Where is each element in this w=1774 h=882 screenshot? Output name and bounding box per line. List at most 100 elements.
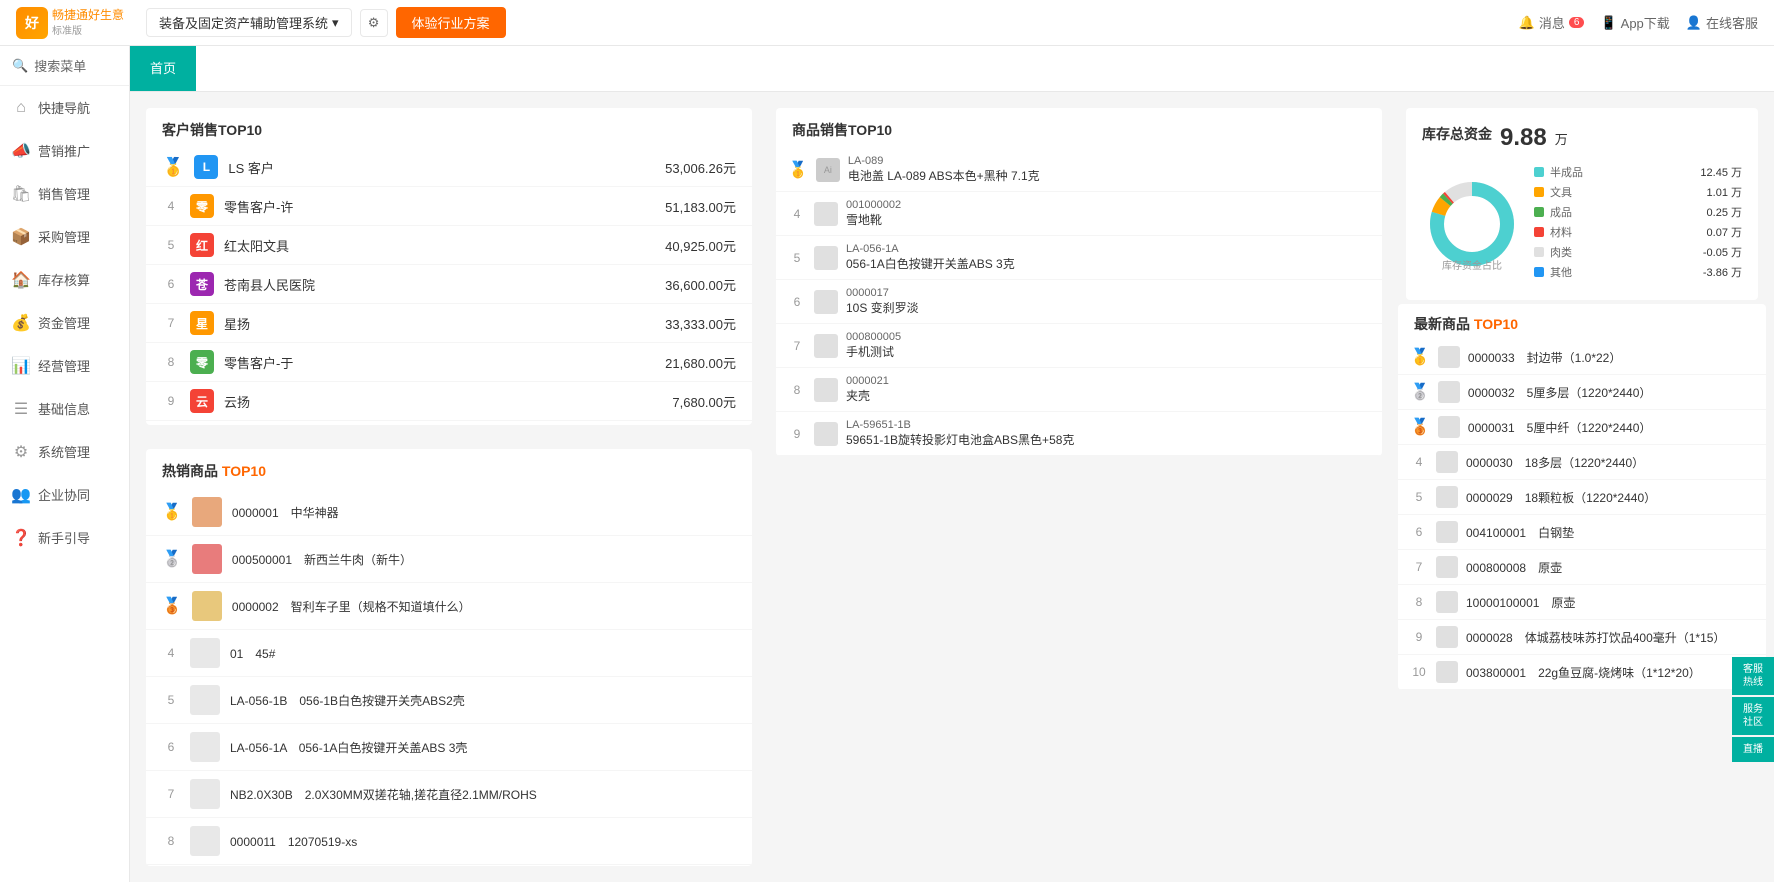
new-icon-2 xyxy=(1438,381,1460,403)
customer-sales-title: 客户销售TOP10 xyxy=(146,108,752,148)
sidebar-item-inventory[interactable]: 🏠 库存核算 xyxy=(0,258,129,301)
new-icon-1 xyxy=(1438,346,1460,368)
new-rank-6: 6 xyxy=(1410,525,1428,539)
legend-label-2: 文具 xyxy=(1550,184,1701,200)
customer-amount-4: 36,600.00元 xyxy=(665,275,736,294)
service-hotline-btn[interactable]: 客服热线 xyxy=(1732,657,1774,695)
marketing-icon: 📣 xyxy=(12,142,30,160)
hot-medal-2: 🥈 xyxy=(162,549,182,569)
sidebar-label-sales: 销售管理 xyxy=(38,184,90,203)
new-medal-2: 🥈 xyxy=(1410,382,1430,402)
chevron-down-icon[interactable]: ▾ xyxy=(332,15,339,31)
app-download-item[interactable]: 📱 App下载 xyxy=(1600,13,1669,32)
chart-caption: 库存资金占比 xyxy=(1422,257,1522,272)
legend-dot-4 xyxy=(1534,227,1544,237)
customer-name-3: 红太阳文具 xyxy=(224,236,655,255)
sidebar-item-sales[interactable]: 🛍 销售管理 xyxy=(0,172,129,215)
new-products-title-highlight: TOP10 xyxy=(1474,316,1518,332)
sidebar-item-guide[interactable]: ❓ 新手引导 xyxy=(0,516,129,559)
customer-name-4: 苍南县人民医院 xyxy=(224,275,655,294)
basic-info-icon: ☰ xyxy=(12,400,30,418)
hot-products-title: 热销商品 TOP10 xyxy=(146,449,752,489)
product-row-6: 8 0000021 夹壳 xyxy=(776,368,1382,412)
customer-amount-1: 53,006.26元 xyxy=(665,158,736,177)
prod-icon-6 xyxy=(814,378,838,402)
search-menu[interactable]: 🔍 搜索菜单 xyxy=(0,46,129,86)
nav-tabs: 首页 xyxy=(130,46,1774,92)
legend-label-5: 肉类 xyxy=(1550,244,1697,260)
customer-name-1: LS 客户 xyxy=(228,158,655,177)
hot-row-8: 8 0000011 12070519-xs xyxy=(146,818,752,865)
trial-button[interactable]: 体验行业方案 xyxy=(396,7,506,38)
legend-value-5: -0.05 万 xyxy=(1703,244,1742,260)
prod-icon-4 xyxy=(814,290,838,314)
sidebar-item-finance[interactable]: 💰 资金管理 xyxy=(0,301,129,344)
sidebar-item-enterprise[interactable]: 👥 企业协同 xyxy=(0,473,129,516)
rank-num-5: 7 xyxy=(162,316,180,330)
legend-value-4: 0.07 万 xyxy=(1707,224,1742,240)
prod-info-1: LA-089 电池盖 LA-089 ABS本色+黑种 7.1克 xyxy=(848,155,1370,184)
hot-info-4: 01 45# xyxy=(230,645,736,662)
customer-avatar-6: 零 xyxy=(190,350,214,374)
new-icon-6 xyxy=(1436,521,1458,543)
hot-info-6: LA-056-1A 056-1A白色按键开关盖ABS 3壳 xyxy=(230,739,736,756)
prod-info-6: 0000021 夹壳 xyxy=(846,375,1370,404)
customer-avatar-5: 星 xyxy=(190,311,214,335)
service-community-btn[interactable]: 服务社区 xyxy=(1732,697,1774,735)
hot-info-1: 0000001 中华神器 xyxy=(232,504,736,521)
prod-rank-3: 5 xyxy=(788,251,806,265)
sidebar: 🔍 搜索菜单 ⌂ 快捷导航 📣 营销推广 🛍 销售管理 📦 采购管理 🏠 库存核… xyxy=(0,46,130,882)
sidebar-item-system[interactable]: ⚙ 系统管理 xyxy=(0,430,129,473)
sidebar-item-operations[interactable]: 📊 经营管理 xyxy=(0,344,129,387)
tab-home[interactable]: 首页 xyxy=(130,46,196,91)
logo-title: 畅捷通好生意 xyxy=(52,8,124,22)
float-service: 客服热线 服务社区 直播 xyxy=(1732,657,1774,762)
prod-rank-7: 9 xyxy=(788,427,806,441)
prod-name-3: 056-1A白色按键开关盖ABS 3克 xyxy=(846,255,1370,272)
sidebar-item-quick-nav[interactable]: ⌂ 快捷导航 xyxy=(0,86,129,129)
system-icon: ⚙ xyxy=(12,443,30,461)
hot-rank-6: 6 xyxy=(162,740,180,754)
new-info-1: 0000033 封边带（1.0*22） xyxy=(1468,349,1754,366)
product-row-1: 🥇 Ai LA-089 电池盖 LA-089 ABS本色+黑种 7.1克 xyxy=(776,148,1382,192)
home-icon: ⌂ xyxy=(12,99,30,117)
rank-num-3: 5 xyxy=(162,238,180,252)
system-name: 装备及固定资产辅助管理系统 xyxy=(159,13,328,32)
scrollable-area: 客户销售TOP10 🥇 L LS 客户 53,006.26元 4 零 零售客户-… xyxy=(130,92,1774,882)
product-row-5: 7 000800005 手机测试 xyxy=(776,324,1382,368)
sidebar-item-marketing[interactable]: 📣 营销推广 xyxy=(0,129,129,172)
new-rank-10: 10 xyxy=(1410,665,1428,679)
prod-icon-1: Ai xyxy=(816,158,840,182)
legend-item-3: 成品 0.25 万 xyxy=(1534,204,1742,220)
product-row-7: 9 LA-59651-1B 59651-1B旋转投影灯电池盒ABS黑色+58克 xyxy=(776,412,1382,456)
settings-icon[interactable]: ⚙ xyxy=(360,9,388,37)
customer-row-8: 10 尚 尚念 7,563.00元 xyxy=(146,421,752,425)
content-area: 首页 客户销售TOP10 🥇 L LS 客户 53,006.26元 xyxy=(130,46,1774,882)
prod-rank-4: 6 xyxy=(788,295,806,309)
product-row-4: 6 0000017 10S 变刹罗淡 xyxy=(776,280,1382,324)
main-layout: 🔍 搜索菜单 ⌂ 快捷导航 📣 营销推广 🛍 销售管理 📦 采购管理 🏠 库存核… xyxy=(0,46,1774,882)
new-info-5: 0000029 18颗粒板（1220*2440） xyxy=(1466,489,1754,506)
search-menu-label: 搜索菜单 xyxy=(34,56,86,75)
legend-label-6: 其他 xyxy=(1550,264,1697,280)
new-info-4: 0000030 18多层（1220*2440） xyxy=(1466,454,1754,471)
sidebar-item-purchase[interactable]: 📦 采购管理 xyxy=(0,215,129,258)
prod-icon-2 xyxy=(814,202,838,226)
notifications-item[interactable]: 🔔 消息 6 xyxy=(1519,13,1585,32)
customer-sales-panel: 客户销售TOP10 🥇 L LS 客户 53,006.26元 4 零 零售客户-… xyxy=(146,108,752,425)
system-selector[interactable]: 装备及固定资产辅助管理系统 ▾ xyxy=(146,8,352,37)
legend-label-4: 材料 xyxy=(1550,224,1701,240)
legend-list: 半成品 12.45 万 文具 1.01 万 成品 0 xyxy=(1534,164,1742,284)
new-row-10: 10 003800001 22g鱼豆腐-烧烤味（1*12*20） xyxy=(1398,655,1766,690)
product-row-3: 5 LA-056-1A 056-1A白色按键开关盖ABS 3克 xyxy=(776,236,1382,280)
legend-dot-2 xyxy=(1534,187,1544,197)
new-info-10: 003800001 22g鱼豆腐-烧烤味（1*12*20） xyxy=(1466,664,1754,681)
online-service-item[interactable]: 👤 在线客服 xyxy=(1686,13,1758,32)
customer-avatar-3: 红 xyxy=(190,233,214,257)
service-live-btn[interactable]: 直播 xyxy=(1732,737,1774,762)
customer-amount-3: 40,925.00元 xyxy=(665,236,736,255)
prod-name-4: 10S 变刹罗淡 xyxy=(846,299,1370,316)
customer-row-7: 9 云 云扬 7,680.00元 xyxy=(146,382,752,421)
hot-info-2: 000500001 新西兰牛肉（新牛） xyxy=(232,551,736,568)
sidebar-item-basic-info[interactable]: ☰ 基础信息 xyxy=(0,387,129,430)
